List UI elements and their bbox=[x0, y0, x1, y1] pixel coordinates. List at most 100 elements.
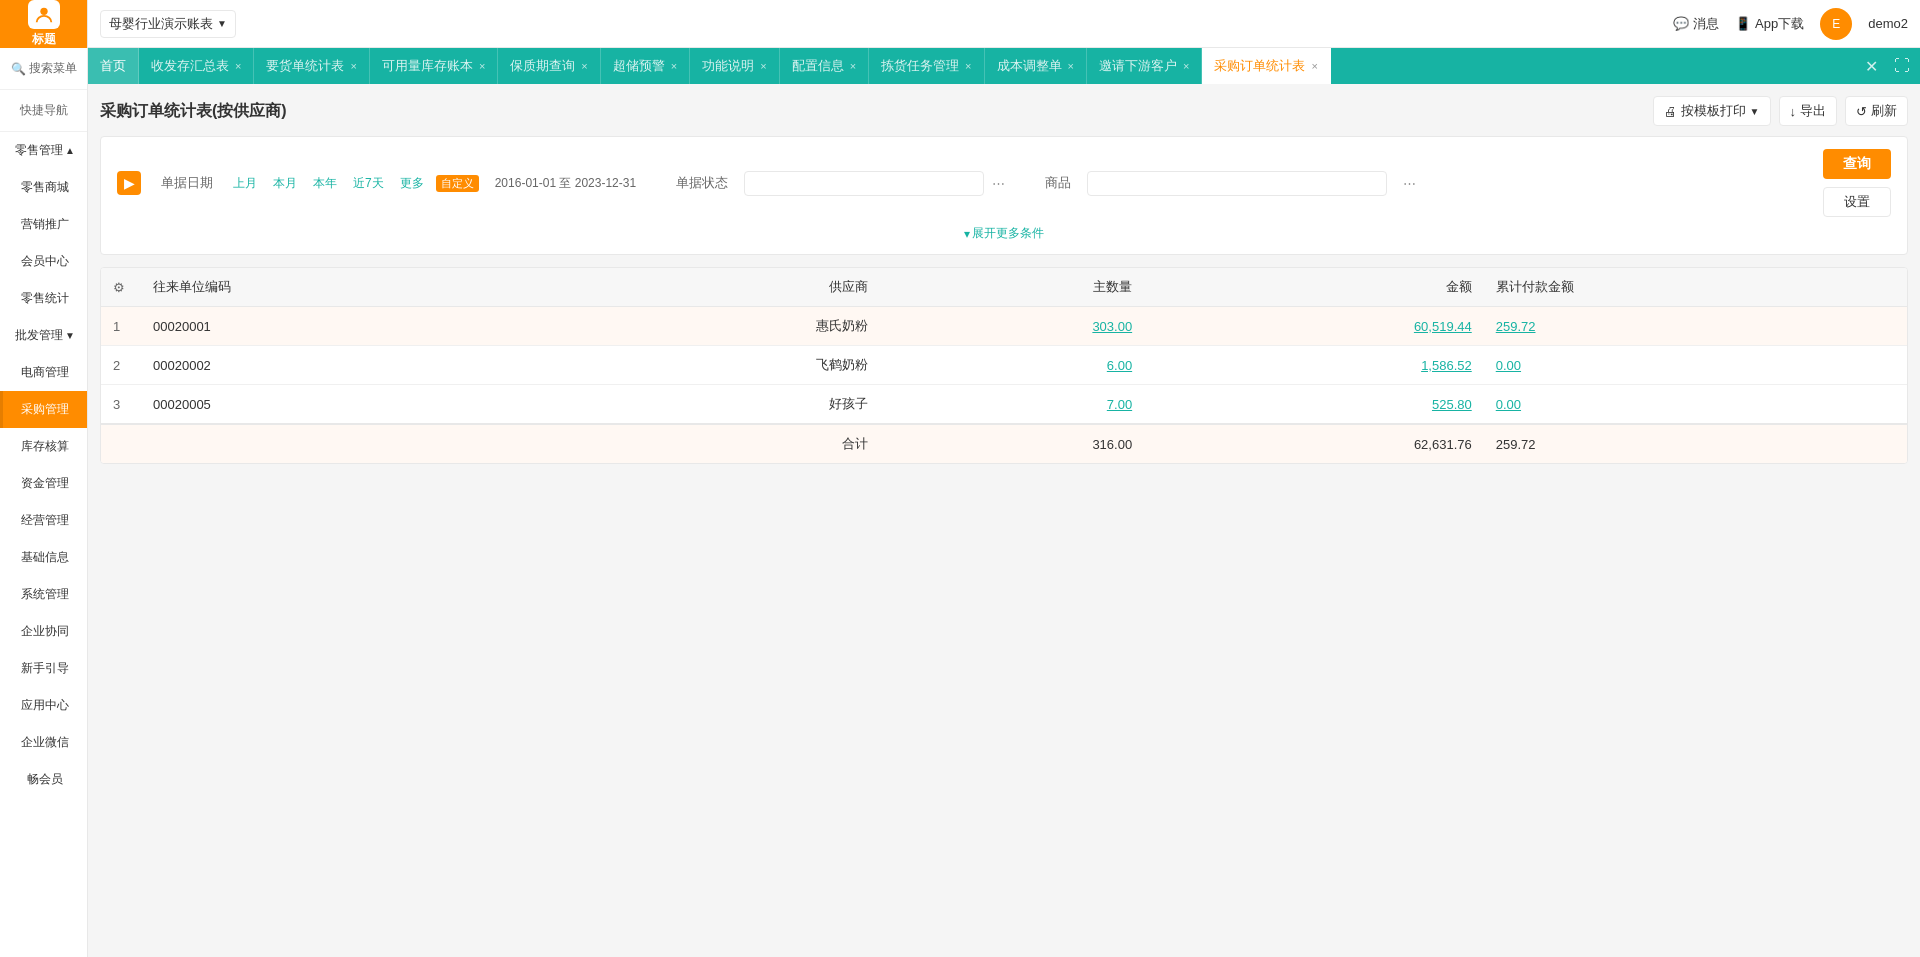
footer-empty-1 bbox=[101, 424, 141, 463]
filter-collapse-button[interactable]: ▶ bbox=[117, 171, 141, 195]
row-qty-2[interactable]: 6.00 bbox=[880, 346, 1145, 385]
tab-close-purchase-stats[interactable]: × bbox=[350, 60, 356, 72]
quick-nav-section: 快捷导航 bbox=[0, 90, 87, 132]
row-amount-1[interactable]: 60,519.44 bbox=[1144, 307, 1484, 346]
custom-date-badge: 自定义 bbox=[436, 175, 479, 192]
sidebar-item-retail-stats[interactable]: 零售统计 bbox=[0, 280, 87, 317]
avatar[interactable]: E bbox=[1820, 8, 1852, 40]
date-tab-this-month[interactable]: 本月 bbox=[269, 173, 301, 194]
tab-close-receive-summary[interactable]: × bbox=[235, 60, 241, 72]
export-button[interactable]: ↓ 导出 bbox=[1779, 96, 1838, 126]
settings-button[interactable]: 设置 bbox=[1823, 187, 1891, 217]
sidebar-item-ops-mgmt[interactable]: 经营管理 bbox=[0, 502, 87, 539]
sidebar-item-stock-check[interactable]: 库存核算 bbox=[0, 428, 87, 465]
tab-invite-downstream[interactable]: 邀请下游客户 × bbox=[1087, 48, 1202, 84]
row-code-3: 00020005 bbox=[141, 385, 564, 425]
row-amount-3[interactable]: 525.80 bbox=[1144, 385, 1484, 425]
sidebar-item-member-center[interactable]: 会员中心 bbox=[0, 243, 87, 280]
sidebar-item-retail-mgmt[interactable]: 零售管理 ▲ bbox=[0, 132, 87, 169]
dropdown-arrow-icon: ▼ bbox=[217, 18, 227, 29]
date-tab-last-month[interactable]: 上月 bbox=[229, 173, 261, 194]
tab-home[interactable]: 首页 bbox=[88, 48, 139, 84]
row-num-2: 2 bbox=[101, 346, 141, 385]
goods-input[interactable] bbox=[1087, 171, 1387, 196]
topbar-right: 💬 消息 📱 App下载 E demo2 bbox=[1673, 8, 1908, 40]
tab-close-function-desc[interactable]: × bbox=[760, 60, 766, 72]
date-filter-label: 单据日期 bbox=[161, 174, 213, 192]
tab-function-desc[interactable]: 功能说明 × bbox=[690, 48, 779, 84]
tab-available-stock[interactable]: 可用量库存账本 × bbox=[370, 48, 498, 84]
tab-purchase-order-stats[interactable]: 采购订单统计表 × bbox=[1202, 48, 1330, 84]
printer-icon: 🖨 bbox=[1664, 104, 1677, 119]
sidebar-menu: 零售管理 ▲ 零售商城 营销推广 会员中心 零售统计 批发管理 ▼ 电商管理 采… bbox=[0, 132, 87, 957]
sidebar-item-app-center[interactable]: 应用中心 bbox=[0, 687, 87, 724]
tab-config-info[interactable]: 配置信息 × bbox=[780, 48, 869, 84]
row-amount-2[interactable]: 1,586.52 bbox=[1144, 346, 1484, 385]
table-row: 2 00020002 飞鹤奶粉 6.00 1,586.52 0.00 bbox=[101, 346, 1907, 385]
sidebar-item-enterprise-wechat[interactable]: 企业微信 bbox=[0, 724, 87, 761]
search-icon: 🔍 bbox=[11, 62, 26, 76]
tab-close-available-stock[interactable]: × bbox=[479, 60, 485, 72]
date-tab-more[interactable]: 更多 bbox=[396, 173, 428, 194]
tab-close-cost-adjust[interactable]: × bbox=[1068, 60, 1074, 72]
row-paid-2[interactable]: 0.00 bbox=[1484, 346, 1907, 385]
sidebar-item-sys-mgmt[interactable]: 系统管理 bbox=[0, 576, 87, 613]
row-paid-3[interactable]: 0.00 bbox=[1484, 385, 1907, 425]
table-row: 1 00020001 惠氏奶粉 303.00 60,519.44 259.72 bbox=[101, 307, 1907, 346]
username-label[interactable]: demo2 bbox=[1868, 16, 1908, 31]
row-paid-1[interactable]: 259.72 bbox=[1484, 307, 1907, 346]
print-dropdown-icon: ▼ bbox=[1750, 106, 1760, 117]
sidebar-item-basic-info[interactable]: 基础信息 bbox=[0, 539, 87, 576]
sidebar-item-finance[interactable]: 资金管理 bbox=[0, 465, 87, 502]
tabbar-actions: ✕ ⛶ bbox=[1859, 55, 1920, 78]
tab-close-all-button[interactable]: ✕ bbox=[1859, 55, 1884, 78]
svg-point-0 bbox=[40, 7, 47, 14]
tab-close-config-info[interactable]: × bbox=[850, 60, 856, 72]
column-settings-icon[interactable]: ⚙ bbox=[113, 280, 125, 295]
table-body: 1 00020001 惠氏奶粉 303.00 60,519.44 259.72 … bbox=[101, 307, 1907, 425]
col-paid: 累计付款金额 bbox=[1484, 268, 1907, 307]
tab-close-purchase-order-stats[interactable]: × bbox=[1311, 60, 1317, 72]
sidebar-item-wholesale-mgmt[interactable]: 批发管理 ▼ bbox=[0, 317, 87, 354]
tab-pick-task[interactable]: 拣货任务管理 × bbox=[869, 48, 984, 84]
phone-icon: 📱 bbox=[1735, 16, 1751, 31]
tab-purchase-stats[interactable]: 要货单统计表 × bbox=[254, 48, 369, 84]
tab-close-invite-downstream[interactable]: × bbox=[1183, 60, 1189, 72]
row-qty-1[interactable]: 303.00 bbox=[880, 307, 1145, 346]
sidebar-item-marketing[interactable]: 营销推广 bbox=[0, 206, 87, 243]
sidebar-item-new-guide[interactable]: 新手引导 bbox=[0, 650, 87, 687]
footer-qty: 316.00 bbox=[880, 424, 1145, 463]
sidebar-item-member-club[interactable]: 畅会员 bbox=[0, 761, 87, 798]
sidebar-item-enterprise-collab[interactable]: 企业协同 bbox=[0, 613, 87, 650]
sidebar-item-purchase-mgmt[interactable]: 采购管理 bbox=[0, 391, 87, 428]
refresh-button[interactable]: ↺ 刷新 bbox=[1845, 96, 1908, 126]
tab-close-pick-task[interactable]: × bbox=[965, 60, 971, 72]
col-supplier: 供应商 bbox=[564, 268, 879, 307]
print-button[interactable]: 🖨 按模板打印 ▼ bbox=[1653, 96, 1771, 126]
message-icon: 💬 bbox=[1673, 16, 1689, 31]
tab-close-expiry-query[interactable]: × bbox=[581, 60, 587, 72]
sidebar-item-retail-mall[interactable]: 零售商城 bbox=[0, 169, 87, 206]
date-tab-this-year[interactable]: 本年 bbox=[309, 173, 341, 194]
expand-more-button[interactable]: ▾ 展开更多条件 bbox=[964, 225, 1044, 242]
sidebar-item-ecommerce[interactable]: 电商管理 bbox=[0, 354, 87, 391]
message-button[interactable]: 💬 消息 bbox=[1673, 15, 1719, 33]
tab-overstock-alert[interactable]: 超储预警 × bbox=[601, 48, 690, 84]
row-supplier-1: 惠氏奶粉 bbox=[564, 307, 879, 346]
status-select[interactable] bbox=[744, 171, 984, 196]
search-menu-button[interactable]: 🔍 搜索菜单 bbox=[6, 56, 81, 81]
quick-nav-button[interactable]: 快捷导航 bbox=[0, 96, 87, 125]
row-qty-3[interactable]: 7.00 bbox=[880, 385, 1145, 425]
query-button[interactable]: 查询 bbox=[1823, 149, 1891, 179]
tab-expiry-query[interactable]: 保质期查询 × bbox=[498, 48, 600, 84]
date-tab-7days[interactable]: 近7天 bbox=[349, 173, 388, 194]
tab-maximize-button[interactable]: ⛶ bbox=[1888, 55, 1916, 77]
tab-cost-adjust[interactable]: 成本调整单 × bbox=[985, 48, 1087, 84]
app-download-button[interactable]: 📱 App下载 bbox=[1735, 15, 1804, 33]
account-dropdown[interactable]: 母婴行业演示账表 ▼ bbox=[100, 10, 236, 38]
tab-close-overstock-alert[interactable]: × bbox=[671, 60, 677, 72]
refresh-icon: ↺ bbox=[1856, 104, 1867, 119]
status-more-icon: ⋯ bbox=[992, 176, 1005, 191]
tab-receive-summary[interactable]: 收发存汇总表 × bbox=[139, 48, 254, 84]
row-num-1: 1 bbox=[101, 307, 141, 346]
